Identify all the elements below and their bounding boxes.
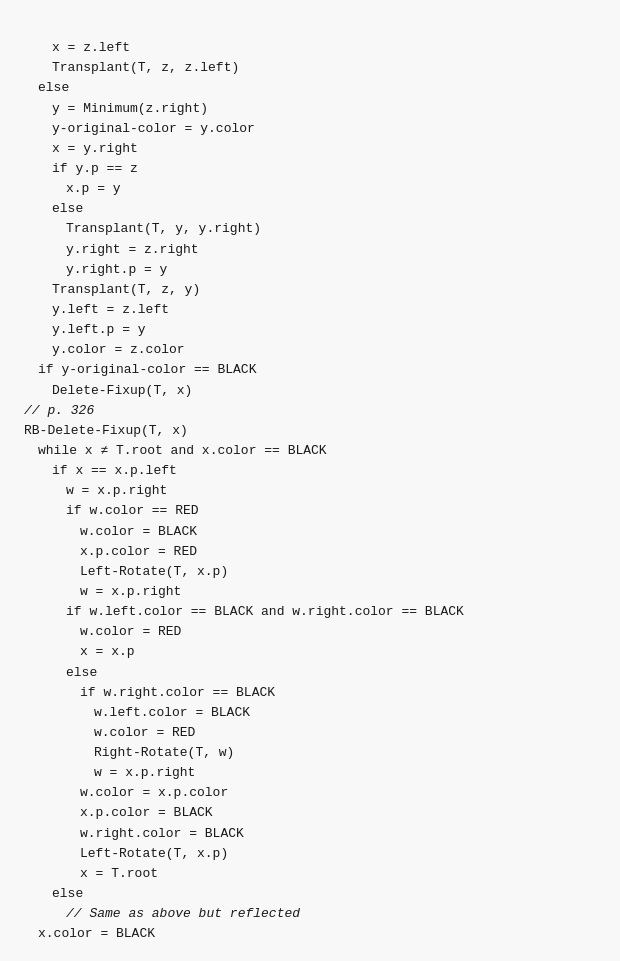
code-line: else: [24, 199, 596, 219]
code-line: w = x.p.right: [24, 481, 596, 501]
code-line: y.left.p = y: [24, 320, 596, 340]
code-line: y-original-color = y.color: [24, 119, 596, 139]
code-line: if x == x.p.left: [24, 461, 596, 481]
code-line: w.right.color = BLACK: [24, 824, 596, 844]
code-line: Left-Rotate(T, x.p): [24, 844, 596, 864]
code-line: x.color = BLACK: [24, 924, 596, 944]
code-line: else: [24, 884, 596, 904]
code-line: y = Minimum(z.right): [24, 99, 596, 119]
code-line: x = x.p: [24, 642, 596, 662]
code-line: else: [24, 78, 596, 98]
code-line: if w.right.color == BLACK: [24, 683, 596, 703]
code-line: if y-original-color == BLACK: [24, 360, 596, 380]
code-line: y.color = z.color: [24, 340, 596, 360]
code-line: x = y.right: [24, 139, 596, 159]
code-line: w = x.p.right: [24, 582, 596, 602]
code-line: w.color = RED: [24, 723, 596, 743]
code-line: if y.p == z: [24, 159, 596, 179]
code-line: w.color = BLACK: [24, 522, 596, 542]
code-line: y.left = z.left: [24, 300, 596, 320]
code-line: x = z.left: [24, 38, 596, 58]
code-line: RB-Delete-Fixup(T, x): [24, 421, 596, 441]
code-line: // p. 326: [24, 401, 596, 421]
code-line: Delete-Fixup(T, x): [24, 381, 596, 401]
code-line: if w.left.color == BLACK and w.right.col…: [24, 602, 596, 622]
code-line: // Same as above but reflected: [24, 904, 596, 924]
code-line: Left-Rotate(T, x.p): [24, 562, 596, 582]
code-line: x.p = y: [24, 179, 596, 199]
code-line: else: [24, 663, 596, 683]
code-block: x = z.leftTransplant(T, z, z.left)elsey …: [0, 0, 620, 961]
code-line: w.color = x.p.color: [24, 783, 596, 803]
code-line: y.right.p = y: [24, 260, 596, 280]
code-line: w = x.p.right: [24, 763, 596, 783]
code-line: Transplant(T, y, y.right): [24, 219, 596, 239]
code-line: y.right = z.right: [24, 240, 596, 260]
code-line: if w.color == RED: [24, 501, 596, 521]
code-line: w.color = RED: [24, 622, 596, 642]
code-line: x.p.color = RED: [24, 542, 596, 562]
code-line: Transplant(T, z, z.left): [24, 58, 596, 78]
code-line: while x ≠ T.root and x.color == BLACK: [24, 441, 596, 461]
code-line: x = T.root: [24, 864, 596, 884]
code-line: w.left.color = BLACK: [24, 703, 596, 723]
code-line: x.p.color = BLACK: [24, 803, 596, 823]
code-line: Transplant(T, z, y): [24, 280, 596, 300]
code-line: Right-Rotate(T, w): [24, 743, 596, 763]
